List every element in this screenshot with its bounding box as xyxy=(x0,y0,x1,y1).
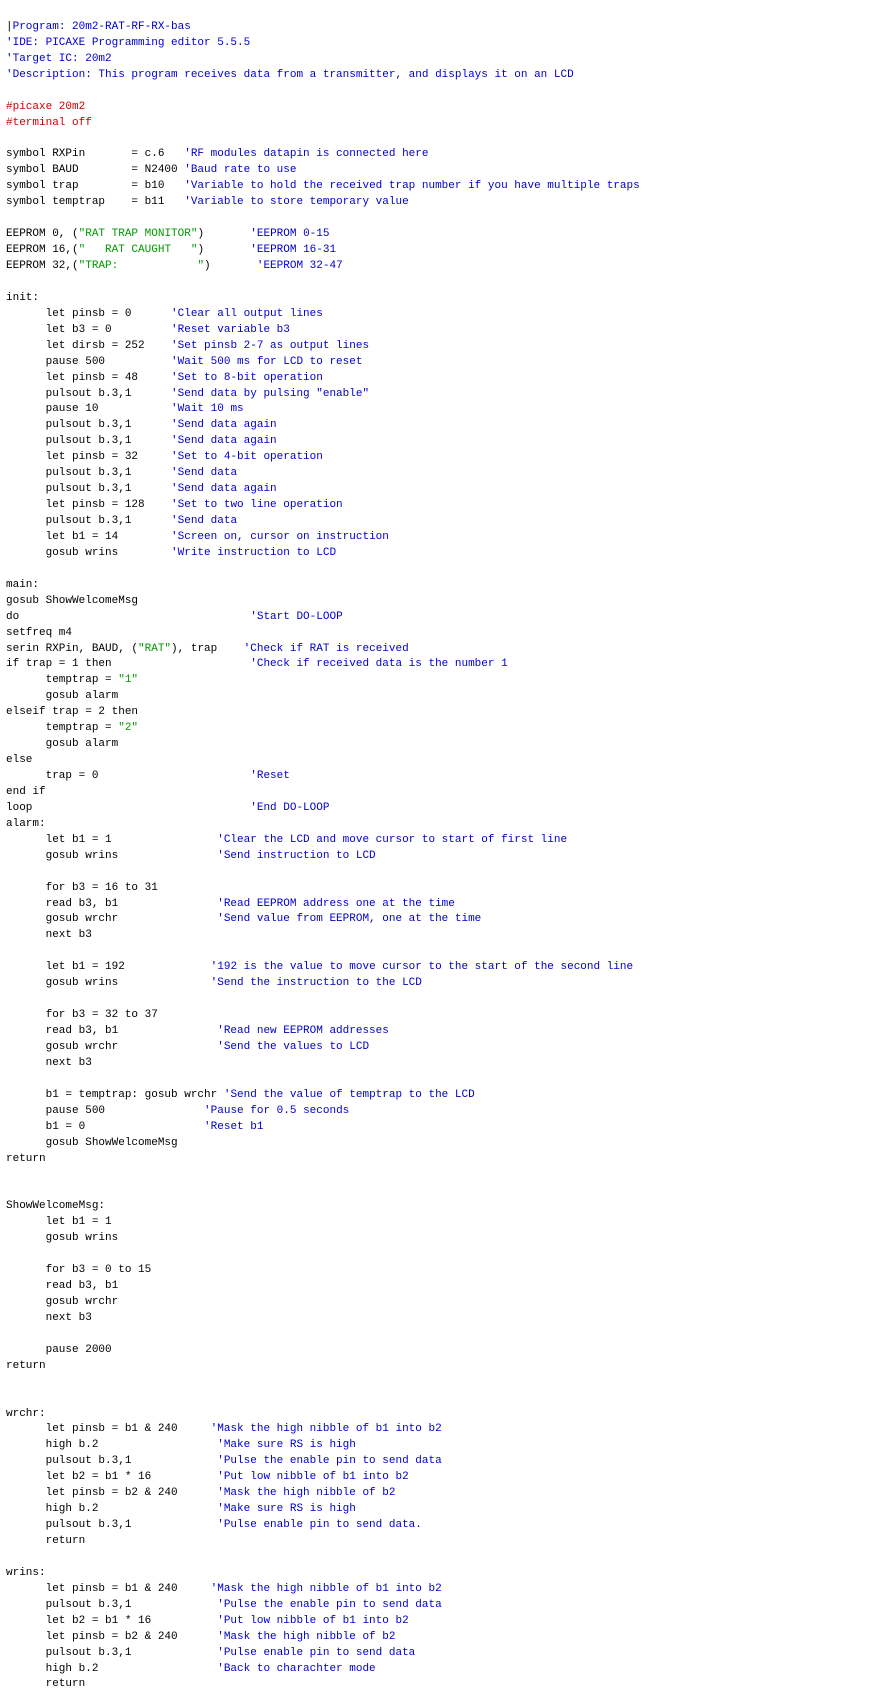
line-alarm-label: alarm: xyxy=(6,818,46,830)
line-wrchr2: high b.2 'Make sure RS is high xyxy=(6,1439,356,1451)
line-trap-reset: trap = 0 'Reset xyxy=(6,770,290,782)
line-wrins1: let pinsb = b1 & 240 'Mask the high nibb… xyxy=(6,1583,442,1595)
line-temptrap2: temptrap = "2" xyxy=(6,722,138,734)
line-sw-return: return xyxy=(6,1360,46,1372)
line-b1-0: b1 = 0 'Reset b1 xyxy=(6,1121,263,1133)
line-3: 'Target IC: 20m2 xyxy=(6,53,112,65)
code-editor: |Program: 20m2-RAT-RF-RX-bas 'IDE: PICAX… xyxy=(6,4,888,1693)
line-eeprom1: EEPROM 0, ("RAT TRAP MONITOR") 'EEPROM 0… xyxy=(6,228,329,240)
line-init2: let b3 = 0 'Reset variable b3 xyxy=(6,324,290,336)
line-next2: next b3 xyxy=(6,1057,92,1069)
line-init14: pulsout b.3,1 'Send data xyxy=(6,515,237,527)
line-gosub-wrins1: gosub wrins 'Send the instruction to the… xyxy=(6,977,422,989)
line-elseif: elseif trap = 2 then xyxy=(6,706,138,718)
line-sw-b1: let b1 = 1 xyxy=(6,1216,112,1228)
line-init13: let pinsb = 128 'Set to two line operati… xyxy=(6,499,343,511)
line-init8: pulsout b.3,1 'Send data again xyxy=(6,419,277,431)
line-wrchr4: let b2 = b1 * 16 'Put low nibble of b1 i… xyxy=(6,1471,409,1483)
line-eeprom2: EEPROM 16,(" RAT CAUGHT ") 'EEPROM 16-31 xyxy=(6,244,336,256)
line-symbol4: symbol temptrap = b11 'Variable to store… xyxy=(6,196,409,208)
line-read1: read b3, b1 'Read EEPROM address one at … xyxy=(6,898,455,910)
line-temptrap1: temptrap = "1" xyxy=(6,674,138,686)
line-init16: gosub wrins 'Write instruction to LCD xyxy=(6,547,336,559)
line-sw-for: for b3 = 0 to 15 xyxy=(6,1264,151,1276)
line-wrins2: pulsout b.3,1 'Pulse the enable pin to s… xyxy=(6,1599,442,1611)
line-showwelcome-label: ShowWelcomeMsg: xyxy=(6,1200,105,1212)
line-init4: pause 500 'Wait 500 ms for LCD to reset xyxy=(6,356,362,368)
line-4: 'Description: This program receives data… xyxy=(6,69,574,81)
line-init5: let pinsb = 48 'Set to 8-bit operation xyxy=(6,372,323,384)
line-init3: let dirsb = 252 'Set pinsb 2-7 as output… xyxy=(6,340,369,352)
line-init-label: init: xyxy=(6,292,39,304)
line-sw-wrchr: gosub wrchr xyxy=(6,1296,118,1308)
line-sw-read: read b3, b1 xyxy=(6,1280,118,1292)
line-gosub-wrchr2: gosub wrchr 'Send the values to LCD xyxy=(6,1041,369,1053)
line-init10: let pinsb = 32 'Set to 4-bit operation xyxy=(6,451,323,463)
line-main1: gosub ShowWelcomeMsg xyxy=(6,595,138,607)
line-if1: if trap = 1 then 'Check if received data… xyxy=(6,658,508,670)
line-init9: pulsout b.3,1 'Send data again xyxy=(6,435,277,447)
line-wrins-label: wrins: xyxy=(6,1567,46,1579)
line-symbol3: symbol trap = b10 'Variable to hold the … xyxy=(6,180,640,192)
line-gosub-welcome1: gosub ShowWelcomeMsg xyxy=(6,1137,178,1149)
line-loop: loop 'End DO-LOOP xyxy=(6,802,329,814)
line-init7: pause 10 'Wait 10 ms xyxy=(6,403,244,415)
bar-indicator: | xyxy=(6,21,13,33)
line-return1: return xyxy=(6,1153,46,1165)
line-sw-wrins: gosub wrins xyxy=(6,1232,118,1244)
line-init11: pulsout b.3,1 'Send data xyxy=(6,467,237,479)
line-symbol2: symbol BAUD = N2400 'Baud rate to use xyxy=(6,164,296,176)
line-init6: pulsout b.3,1 'Send data by pulsing "ena… xyxy=(6,388,369,400)
line-temptrap-send: b1 = temptrap: gosub wrchr 'Send the val… xyxy=(6,1089,475,1101)
line-do: do 'Start DO-LOOP xyxy=(6,611,343,623)
line-for1: for b3 = 16 to 31 xyxy=(6,882,158,894)
line-wrchr7: pulsout b.3,1 'Pulse enable pin to send … xyxy=(6,1519,422,1531)
line-endif: end if xyxy=(6,786,46,798)
line-main-label: main: xyxy=(6,579,39,591)
line-alarm1: let b1 = 1 'Clear the LCD and move curso… xyxy=(6,834,567,846)
line-else: else xyxy=(6,754,32,766)
line-setfreq: setfreq m4 xyxy=(6,627,72,639)
line-serin: serin RXPin, BAUD, ("RAT"), trap 'Check … xyxy=(6,643,409,655)
line-1: Program: 20m2-RAT-RF-RX-bas xyxy=(13,21,191,33)
line-init15: let b1 = 14 'Screen on, cursor on instru… xyxy=(6,531,389,543)
line-wrchr-label: wrchr: xyxy=(6,1408,46,1420)
line-eeprom3: EEPROM 32,("TRAP: ") 'EEPROM 32-47 xyxy=(6,260,343,272)
line-picaxe: #picaxe 20m2 xyxy=(6,101,85,113)
line-init1: let pinsb = 0 'Clear all output lines xyxy=(6,308,323,320)
line-wrins6: high b.2 'Back to charachter mode xyxy=(6,1663,376,1675)
line-wrins5: pulsout b.3,1 'Pulse enable pin to send … xyxy=(6,1647,415,1659)
line-2: 'IDE: PICAXE Programming editor 5.5.5 xyxy=(6,37,250,49)
line-gosub-alarm2: gosub alarm xyxy=(6,738,118,750)
line-symbol1: symbol RXPin = c.6 'RF modules datapin i… xyxy=(6,148,428,160)
line-wrins3: let b2 = b1 * 16 'Put low nibble of b1 i… xyxy=(6,1615,409,1627)
line-gosub-alarm1: gosub alarm xyxy=(6,690,118,702)
line-for2: for b3 = 32 to 37 xyxy=(6,1009,158,1021)
line-wrchr5: let pinsb = b2 & 240 'Mask the high nibb… xyxy=(6,1487,395,1499)
line-next1: next b3 xyxy=(6,929,92,941)
line-wrchr-return: return xyxy=(6,1535,85,1547)
line-wrchr3: pulsout b.3,1 'Pulse the enable pin to s… xyxy=(6,1455,442,1467)
line-wrins4: let pinsb = b2 & 240 'Mask the high nibb… xyxy=(6,1631,395,1643)
line-wrchr6: high b.2 'Make sure RS is high xyxy=(6,1503,356,1515)
line-terminal: #terminal off xyxy=(6,117,92,129)
line-sw-next: next b3 xyxy=(6,1312,92,1324)
line-alarm2: gosub wrins 'Send instruction to LCD xyxy=(6,850,376,862)
line-read2: read b3, b1 'Read new EEPROM addresses xyxy=(6,1025,389,1037)
line-sw-pause: pause 2000 xyxy=(6,1344,112,1356)
line-b1-192: let b1 = 192 '192 is the value to move c… xyxy=(6,961,633,973)
line-wrins-return: return xyxy=(6,1678,85,1690)
line-gosub-wrchr1: gosub wrchr 'Send value from EEPROM, one… xyxy=(6,913,481,925)
line-pause500: pause 500 'Pause for 0.5 seconds xyxy=(6,1105,349,1117)
line-init12: pulsout b.3,1 'Send data again xyxy=(6,483,277,495)
line-wrchr1: let pinsb = b1 & 240 'Mask the high nibb… xyxy=(6,1423,442,1435)
